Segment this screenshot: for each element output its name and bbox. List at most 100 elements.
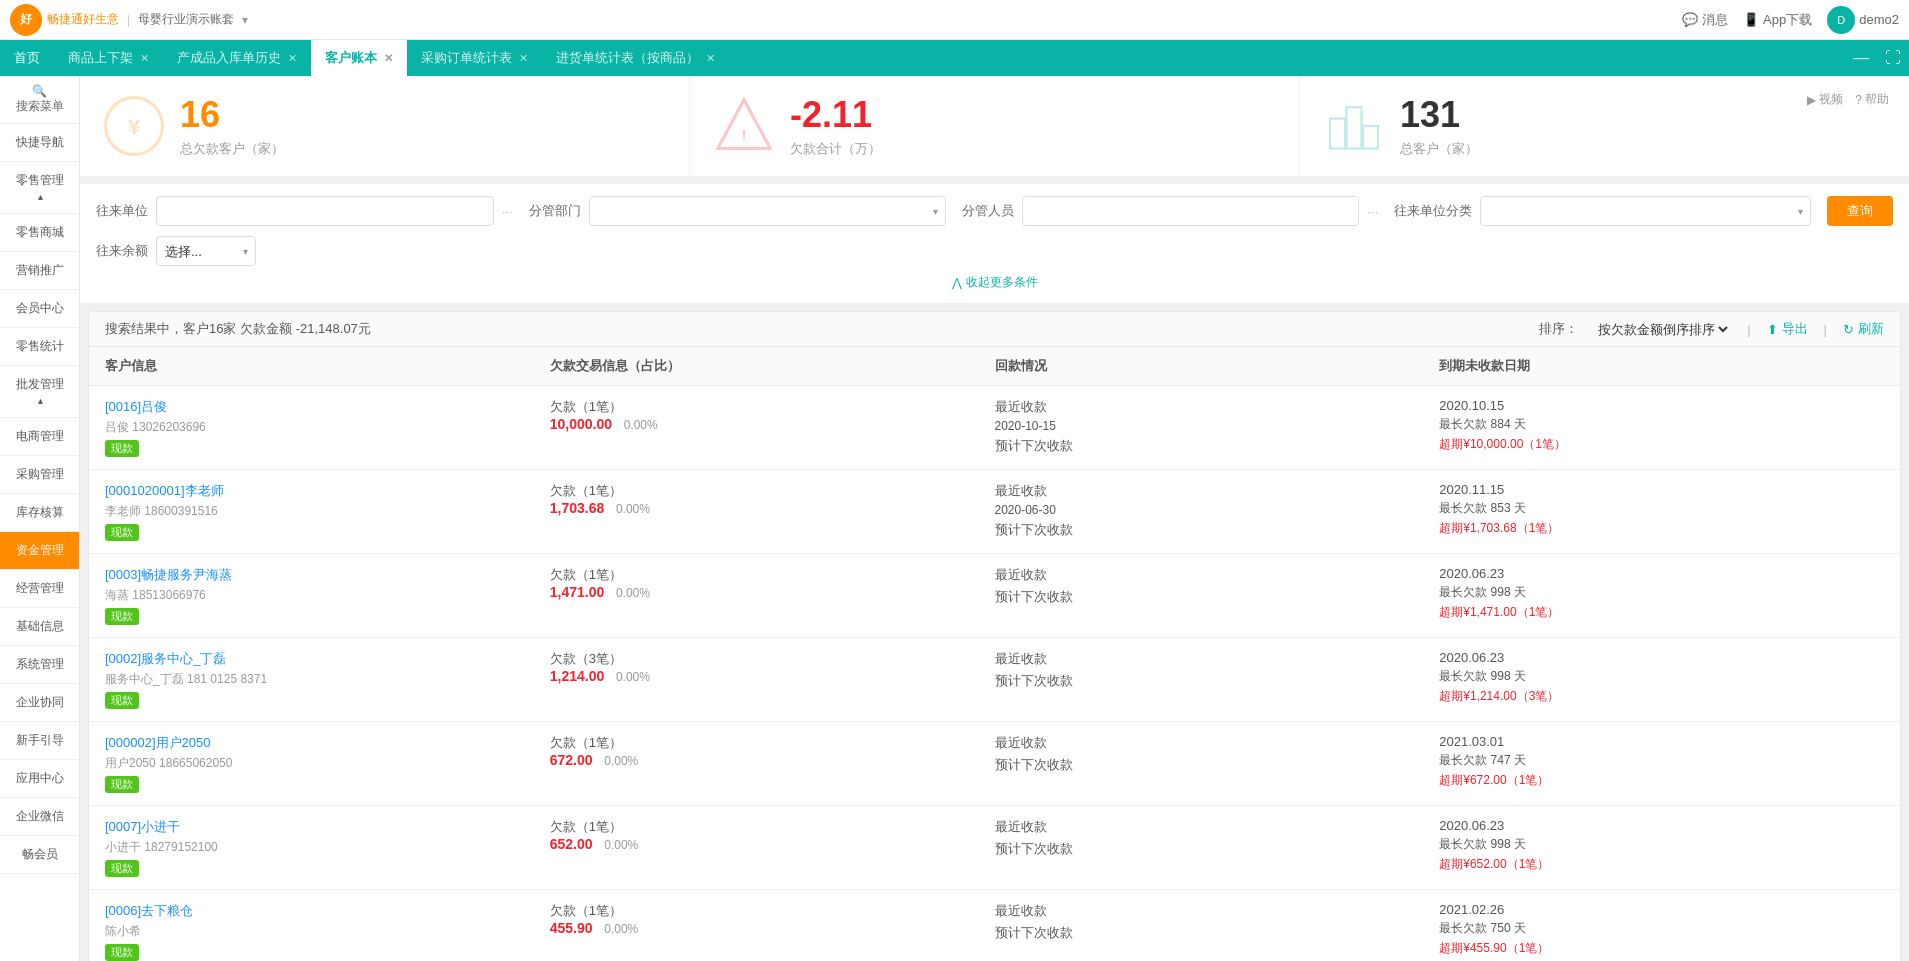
debt-amount-5[interactable]: 652.00 xyxy=(550,836,593,852)
return-cell-2: 最近收款 预计下次收款 xyxy=(995,566,1440,606)
sidebar-item-app-center[interactable]: 应用中心 xyxy=(0,760,79,798)
customer-sub-1: 李老师 18600391516 xyxy=(105,503,550,520)
overdue-link-3[interactable]: 超期¥1,214.00（3笔） xyxy=(1439,688,1884,705)
overdue-link-2[interactable]: 超期¥1,471.00（1笔） xyxy=(1439,604,1884,621)
return-cell-0: 最近收款 2020-10-15 预计下次收款 xyxy=(995,398,1440,455)
debt-amount-0[interactable]: 10,000.00 xyxy=(550,416,612,432)
sidebar-item-batch-mgmt[interactable]: 批发管理 ▴ xyxy=(0,366,79,418)
user-menu[interactable]: D demo2 xyxy=(1827,6,1899,34)
balance-select[interactable]: 选择... xyxy=(156,236,256,266)
from-unit-input[interactable] xyxy=(156,196,494,226)
sidebar-item-purchase-mgmt[interactable]: 采购管理 xyxy=(0,456,79,494)
tab-home[interactable]: 首页 xyxy=(0,40,54,76)
sidebar-item-sys-mgmt[interactable]: 系统管理 xyxy=(0,646,79,684)
customer-name-link-2[interactable]: [0003]畅捷服务尹海蒸 xyxy=(105,566,550,584)
sidebar-item-inventory[interactable]: 库存核算 xyxy=(0,494,79,532)
search-button[interactable]: 查询 xyxy=(1827,196,1893,226)
help-icon: ? xyxy=(1855,93,1862,107)
debt-cell-6: 欠款（1笔） 455.90 0.00% xyxy=(550,902,995,936)
close-icon[interactable]: ✕ xyxy=(288,52,297,65)
close-icon[interactable]: ✕ xyxy=(140,52,149,65)
sidebar-item-newbie[interactable]: 新手引导 xyxy=(0,722,79,760)
sidebar-item-marketing[interactable]: 营销推广 xyxy=(0,252,79,290)
return-label-2: 最近收款 xyxy=(995,566,1440,584)
collapse-button[interactable]: ⋀ 收起更多条件 xyxy=(952,274,1038,291)
refresh-button[interactable]: ↻ 刷新 xyxy=(1843,320,1884,338)
app-download-button[interactable]: 📱 App下载 xyxy=(1743,11,1812,29)
close-icon[interactable]: ✕ xyxy=(519,52,528,65)
sidebar-item-basic-info[interactable]: 基础信息 xyxy=(0,608,79,646)
tab-purchase-order[interactable]: 采购订单统计表 ✕ xyxy=(407,40,542,76)
person-dots-icon[interactable]: ··· xyxy=(1367,204,1378,219)
sidebar-item-corp-collab[interactable]: 企业协同 xyxy=(0,684,79,722)
sidebar-search[interactable]: 🔍 搜索菜单 xyxy=(0,76,79,124)
debt-percent-0: 0.00% xyxy=(624,418,658,432)
customer-name-link-5[interactable]: [0007]小进干 xyxy=(105,818,550,836)
customer-name-link-4[interactable]: [000002]用户2050 xyxy=(105,734,550,752)
debt-amount-6[interactable]: 455.90 xyxy=(550,920,593,936)
help-button[interactable]: ? 帮助 xyxy=(1855,91,1889,108)
tab-inbound-stats[interactable]: 进货单统计表（按商品） ✕ xyxy=(542,40,729,76)
sidebar-item-retail-mall[interactable]: 零售商城 xyxy=(0,214,79,252)
nav-maximize-icon[interactable]: ⛶ xyxy=(1877,49,1909,67)
overdue-link-1[interactable]: 超期¥1,703.68（1笔） xyxy=(1439,520,1884,537)
nav-minimize-icon[interactable]: — xyxy=(1845,49,1877,67)
customer-name-link-3[interactable]: [0002]服务中心_丁磊 xyxy=(105,650,550,668)
sidebar-item-retail-stats[interactable]: 零售统计 xyxy=(0,328,79,366)
tab-production[interactable]: 产成品入库单历史 ✕ xyxy=(163,40,311,76)
logo-area: 好 畅捷通好生意 xyxy=(10,4,119,36)
return-label-6: 最近收款 xyxy=(995,902,1440,920)
overdue-link-6[interactable]: 超期¥455.90（1笔） xyxy=(1439,940,1884,957)
sidebar-item-member-center[interactable]: 会员中心 xyxy=(0,290,79,328)
store-dropdown-icon[interactable]: ▾ xyxy=(242,13,248,27)
debt-amount-3[interactable]: 1,214.00 xyxy=(550,668,605,684)
debt-amount-4[interactable]: 672.00 xyxy=(550,752,593,768)
debt-cell-4: 欠款（1笔） 672.00 0.00% xyxy=(550,734,995,768)
next-payment-label-3: 预计下次收款 xyxy=(995,672,1440,690)
svg-rect-6 xyxy=(1363,126,1378,149)
overdue-link-0[interactable]: 超期¥10,000.00（1笔） xyxy=(1439,436,1884,453)
sidebar-item-finance[interactable]: 资金管理 xyxy=(0,532,79,570)
customer-name-link-1[interactable]: [0001020001]李老师 xyxy=(105,482,550,500)
video-help-button[interactable]: ▶ 视频 xyxy=(1807,91,1843,108)
overdue-days-5: 最长欠款 998 天 xyxy=(1439,836,1884,853)
sidebar-item-quick-nav[interactable]: 快捷导航 xyxy=(0,124,79,162)
debt-amount-label: 欠款合计（万） xyxy=(790,140,881,158)
debt-cell-3: 欠款（3笔） 1,214.00 0.00% xyxy=(550,650,995,684)
msg-button[interactable]: 💬 消息 xyxy=(1682,11,1728,29)
debt-label-3: 欠款（3笔） xyxy=(550,650,995,668)
sidebar-item-corp-wechat[interactable]: 企业微信 xyxy=(0,798,79,836)
sidebar-item-retail-mgmt[interactable]: 零售管理 ▴ xyxy=(0,162,79,214)
customer-name-link-0[interactable]: [0016]吕俊 xyxy=(105,398,550,416)
sidebar-item-operations[interactable]: 经营管理 xyxy=(0,570,79,608)
dept-select[interactable] xyxy=(589,196,946,226)
customer-name-link-6[interactable]: [0006]去下粮仓 xyxy=(105,902,550,920)
filter-unit-class: 往来单位分类 ▾ xyxy=(1394,196,1811,226)
debt-amount-number: -2.11 xyxy=(790,94,881,136)
person-label: 分管人员 xyxy=(962,202,1014,220)
debt-amount-1[interactable]: 1,703.68 xyxy=(550,500,605,516)
close-icon[interactable]: ✕ xyxy=(384,52,393,65)
tab-products[interactable]: 商品上下架 ✕ xyxy=(54,40,163,76)
svg-rect-5 xyxy=(1347,107,1362,148)
overdue-link-4[interactable]: 超期¥672.00（1笔） xyxy=(1439,772,1884,789)
sidebar-item-vip-member[interactable]: 畅会员 xyxy=(0,836,79,874)
stat-help-buttons: ▶ 视频 ? 帮助 xyxy=(1807,91,1889,108)
sidebar-item-ecommerce[interactable]: 电商管理 xyxy=(0,418,79,456)
store-name: 母婴行业演示账套 xyxy=(138,11,234,28)
close-icon[interactable]: ✕ xyxy=(706,52,715,65)
customer-cell-4: [000002]用户2050 用户2050 18665062050 现款 xyxy=(105,734,550,793)
from-unit-dots-icon[interactable]: ··· xyxy=(502,204,513,219)
unit-class-select[interactable] xyxy=(1480,196,1811,226)
export-button[interactable]: ⬆ 导出 xyxy=(1767,320,1808,338)
debt-amount-2[interactable]: 1,471.00 xyxy=(550,584,605,600)
sort-select[interactable]: 按欠款金额倒序排序 xyxy=(1594,321,1731,338)
stat-debt-amount-info: -2.11 欠款合计（万） xyxy=(790,94,881,158)
person-input[interactable] xyxy=(1022,196,1360,226)
tab-customer-account[interactable]: 客户账本 ✕ xyxy=(311,40,407,76)
badge-current-2: 现款 xyxy=(105,608,139,625)
chevron-up-icon: ⋀ xyxy=(952,276,962,290)
balance-label: 往来余额 xyxy=(96,242,148,260)
debt-percent-6: 0.00% xyxy=(604,922,638,936)
overdue-link-5[interactable]: 超期¥652.00（1笔） xyxy=(1439,856,1884,873)
